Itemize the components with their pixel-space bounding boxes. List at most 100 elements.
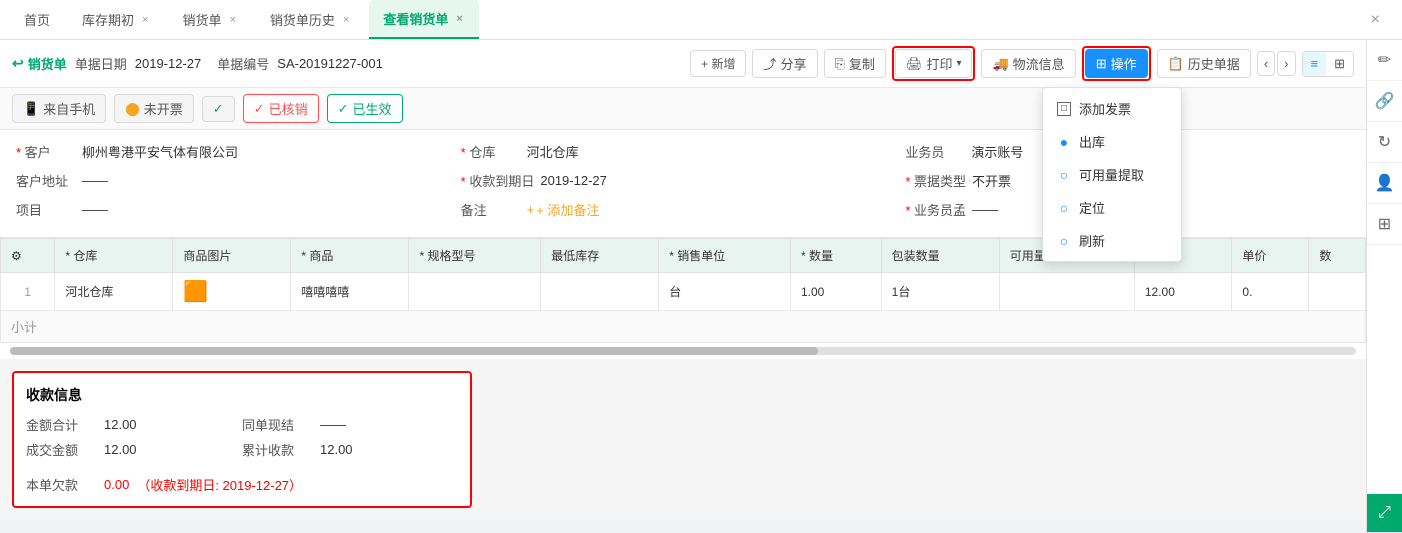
nav-arrows: ‹ › — [1257, 51, 1296, 76]
tab-home[interactable]: 首页 — [10, 0, 64, 39]
col-pack-qty: 包装数量 — [881, 239, 999, 273]
refresh-item[interactable]: ○ 刷新 — [1043, 224, 1181, 257]
sidebar-edit-icon[interactable]: ✏ — [1367, 40, 1402, 81]
salesperson-label: 业务员孟 — [905, 200, 966, 219]
table-row: 1 河北仓库 🟧 嘻嘻嘻嘻 台 1.00 1台 12.00 0. — [1, 273, 1366, 311]
locate-item[interactable]: ○ 定位 — [1043, 191, 1181, 224]
tab-sales-history[interactable]: 销货单历史 × — [256, 0, 365, 39]
due-date-field: 收款到期日 2019-12-27 — [461, 171, 906, 190]
sold-button[interactable]: ✓ 已核销 — [243, 94, 319, 123]
view-grid-button[interactable]: ⊞ — [1326, 52, 1353, 76]
payment-box: 收款信息 金额合计 12.00 同单现结 —— 成交金额 12.00 — [12, 371, 472, 508]
table-scrollbar-thumb[interactable] — [10, 347, 818, 355]
col-price: 单价 — [1232, 239, 1309, 273]
toolbar-info: 单据日期 2019-12-27 单据编号 SA-20191227-001 — [75, 54, 383, 73]
available-fetch-item[interactable]: ○ 可用量提取 — [1043, 158, 1181, 191]
share-button[interactable]: ⤴ 分享 — [752, 49, 817, 78]
due-note: （收款到期日: 2019-12-27） — [137, 475, 302, 494]
sidebar-expand-icon[interactable]: ⤢ — [1367, 494, 1402, 533]
copy-icon: ⎘ — [835, 56, 845, 72]
sidebar-rotate-icon[interactable]: ↻ — [1367, 122, 1402, 163]
due-date-value: 2019-12-27 — [540, 173, 607, 188]
project-field: 项目 —— — [16, 200, 461, 219]
row-amount — [1309, 273, 1366, 311]
row-price: 0. — [1232, 273, 1309, 311]
prev-arrow[interactable]: ‹ — [1257, 51, 1275, 76]
due-date-label: 收款到期日 — [461, 171, 535, 190]
ticket-label: 票据类型 — [905, 171, 966, 190]
sidebar-link-icon[interactable]: 🔗 — [1367, 81, 1402, 122]
print-icon: 🖨 — [906, 56, 923, 72]
row-available — [999, 273, 1134, 311]
col-min-stock: 最低库存 — [541, 239, 659, 273]
print-dropdown-icon: ▾ — [956, 58, 961, 69]
row-pack-qty: 1台 — [881, 273, 999, 311]
tab-inventory-close[interactable]: × — [140, 14, 150, 26]
window-close-button[interactable]: × — [1359, 5, 1392, 35]
available-fetch-icon: ○ — [1057, 168, 1071, 182]
not-open-ticket-button[interactable]: ⬤ 未开票 — [114, 94, 194, 123]
copy-button[interactable]: ⎘ 复制 — [824, 49, 886, 78]
view-list-button[interactable]: ≡ — [1303, 52, 1327, 76]
ticket-icon: ⬤ — [125, 101, 140, 117]
new-button[interactable]: + 新增 — [690, 50, 746, 77]
history-button[interactable]: 📋 历史单据 — [1157, 49, 1251, 78]
operations-button[interactable]: ⊞ 操作 — [1085, 49, 1148, 78]
effective-check-icon: ✓ — [338, 101, 349, 117]
deal-amount-row: 成交金额 12.00 — [26, 440, 242, 459]
amount-total-value: 12.00 — [104, 417, 137, 432]
tab-view-sales[interactable]: 查看销货单 × — [369, 0, 478, 39]
col-settings[interactable]: ⚙ — [1, 239, 55, 273]
tab-sales-close[interactable]: × — [227, 14, 237, 26]
tab-inventory[interactable]: 库存期初 × — [68, 0, 164, 39]
col-quantity: * 数量 — [790, 239, 881, 273]
subtotal-cell: 小计 — [1, 311, 1366, 343]
col-product: * 商品 — [291, 239, 409, 273]
operations-dropdown: □ 添加发票 ● 出库 ○ 可用量提取 ○ 定位 ○ 刷新 — [1042, 87, 1182, 262]
row-warehouse: 河北仓库 — [55, 273, 173, 311]
plus-icon: + — [527, 202, 535, 217]
row-quantity: 1.00 — [790, 273, 881, 311]
tab-bar: 首页 库存期初 × 销货单 × 销货单历史 × 查看销货单 × × — [0, 0, 1402, 40]
num-field: 单据编号 SA-20191227-001 — [217, 54, 383, 73]
row-unit: 台 — [659, 273, 791, 311]
print-button[interactable]: 🖨 打印 ▾ — [895, 49, 973, 78]
deal-amount-label: 成交金额 — [26, 440, 96, 459]
effective-button[interactable]: ✓ 已生效 — [327, 94, 403, 123]
sidebar-user-icon[interactable]: 👤 — [1367, 163, 1402, 204]
next-arrow[interactable]: › — [1277, 51, 1295, 76]
warehouse-value: 河北仓库 — [527, 142, 579, 161]
phone-icon: 📱 — [23, 101, 39, 117]
from-phone-button[interactable]: 📱 来自手机 — [12, 94, 106, 123]
payment-title: 收款信息 — [26, 385, 458, 405]
same-order-label: 同单现结 — [242, 415, 312, 434]
tab-view-sales-close[interactable]: × — [454, 13, 464, 25]
tab-sales-history-close[interactable]: × — [341, 14, 351, 26]
address-field: 客户地址 —— — [16, 171, 461, 190]
locate-icon: ○ — [1057, 201, 1071, 215]
deal-amount-value: 12.00 — [104, 442, 137, 457]
tab-sales[interactable]: 销货单 × — [168, 0, 251, 39]
add-invoice-item[interactable]: □ 添加发票 — [1043, 92, 1181, 125]
refresh-icon: ○ — [1057, 234, 1071, 248]
add-remark-button[interactable]: + + 添加备注 — [527, 200, 600, 219]
current-owed-full-row: 本单欠款 0.00 （收款到期日: 2019-12-27） — [26, 475, 458, 494]
date-field: 单据日期 2019-12-27 — [75, 54, 202, 73]
sidebar-table-icon[interactable]: ⊞ — [1367, 204, 1402, 245]
cumulative-row: 累计收款 12.00 — [242, 440, 458, 459]
right-sidebar: ✏ 🔗 ↻ 👤 ⊞ ⤢ — [1366, 40, 1402, 533]
ticket-value: 不开票 — [972, 171, 1011, 190]
check-button[interactable]: ✓ — [202, 96, 235, 122]
sold-check-icon: ✓ — [254, 101, 265, 117]
print-highlight: 🖨 打印 ▾ — [892, 46, 976, 81]
out-warehouse-item[interactable]: ● 出库 — [1043, 125, 1181, 158]
logistics-icon: 🚚 — [992, 56, 1008, 72]
table-scrollbar[interactable] — [10, 347, 1356, 355]
row-product: 嘻嘻嘻嘻 — [291, 273, 409, 311]
remark-field: 备注 + + 添加备注 — [461, 200, 906, 219]
toolbar-left: ↩ 销货单 单据日期 2019-12-27 单据编号 SA-20191227-0… — [12, 54, 383, 73]
current-owed-value: 0.00 — [104, 477, 129, 492]
doc-icon: ↩ — [12, 55, 24, 72]
logistics-button[interactable]: 🚚 物流信息 — [981, 49, 1075, 78]
payment-grid: 金额合计 12.00 同单现结 —— 成交金额 12.00 累计收款 12.00 — [26, 415, 458, 494]
